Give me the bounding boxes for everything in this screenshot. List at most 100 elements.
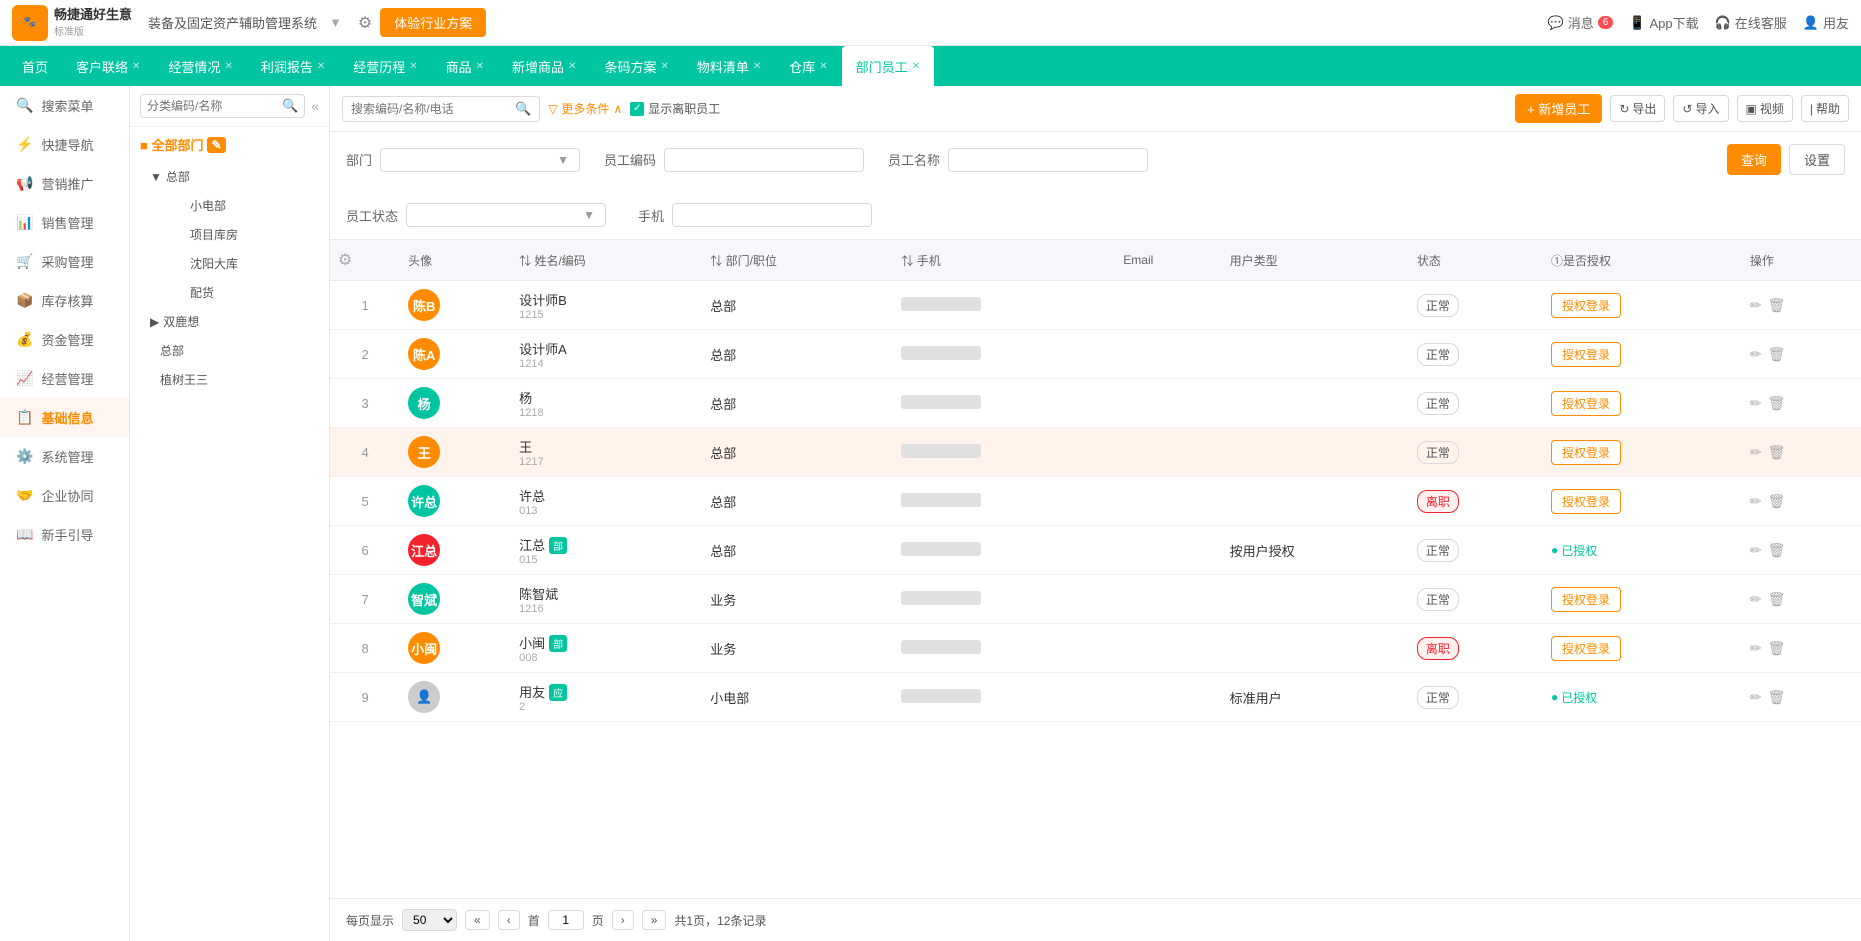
title-dropdown-icon[interactable]: ▼ (329, 15, 342, 30)
edit-button[interactable]: ✏ (1750, 689, 1762, 706)
dept-item-zongbu2[interactable]: 总部 (140, 336, 329, 365)
export-button[interactable]: ↻ 导出 (1610, 95, 1665, 122)
close-icon[interactable]: ✕ (568, 61, 576, 72)
search-input[interactable] (351, 102, 511, 116)
view-button[interactable]: ▣ 视频 (1737, 95, 1793, 122)
delete-button[interactable]: 🗑 (1768, 542, 1786, 559)
col-name[interactable]: ⇅ 姓名/编码 (511, 240, 702, 281)
first-page-button[interactable]: « (465, 910, 490, 930)
delete-button[interactable]: 🗑 (1768, 689, 1786, 706)
column-settings-icon[interactable]: ⚙ (338, 252, 352, 269)
dept-item-shuanglu[interactable]: ▶ 双鹿想 (140, 307, 329, 336)
close-icon[interactable]: ✕ (660, 61, 668, 72)
more-filter-button[interactable]: ▽ 更多条件 ∧ (548, 100, 622, 117)
edit-button[interactable]: ✏ (1750, 542, 1762, 559)
query-button[interactable]: 查询 (1727, 144, 1781, 175)
trial-button[interactable]: 体验行业方案 (380, 8, 486, 37)
col-settings[interactable]: ⚙ (330, 240, 400, 281)
sidebar-item-system[interactable]: ⚙️ 系统管理 (0, 437, 129, 476)
sidebar-item-collab[interactable]: 🤝 企业协同 (0, 476, 129, 515)
sidebar-item-business[interactable]: 📈 经营管理 (0, 359, 129, 398)
dept-search-input[interactable] (147, 99, 282, 113)
settings-icon[interactable]: ⚙ (358, 13, 372, 33)
dept-edit-icon[interactable]: ✎ (207, 137, 225, 153)
auth-login-button[interactable]: 授权登录 (1551, 293, 1621, 318)
next-page-button[interactable]: › (612, 910, 634, 930)
nav-tab-customer[interactable]: 客户联络✕ (62, 46, 154, 86)
delete-button[interactable]: 🗑 (1768, 395, 1786, 412)
user-item[interactable]: 👤 用友 (1803, 13, 1849, 32)
delete-button[interactable]: 🗑 (1768, 591, 1786, 608)
nav-tab-barcode[interactable]: 条码方案✕ (590, 46, 682, 86)
close-icon[interactable]: ✕ (132, 61, 140, 72)
col-phone[interactable]: ⇅ 手机 (893, 240, 1115, 281)
close-icon[interactable]: ✕ (224, 61, 232, 72)
col-dept[interactable]: ⇅ 部门/职位 (702, 240, 893, 281)
message-item[interactable]: 💬 消息 6 (1548, 13, 1614, 32)
filter-empcode-input[interactable] (664, 148, 864, 172)
sidebar-item-basic-info[interactable]: 📋 基础信息 (0, 398, 129, 437)
dept-item-zhishu[interactable]: 植树王三 (140, 365, 329, 394)
nav-tab-home[interactable]: 首页 (8, 46, 62, 86)
dept-item-xiangmuku[interactable]: 项目库房 (170, 220, 329, 249)
auth-login-button[interactable]: 授权登录 (1551, 587, 1621, 612)
help-button[interactable]: | 帮助 (1801, 95, 1849, 122)
delete-button[interactable]: 🗑 (1768, 444, 1786, 461)
prev-page-button[interactable]: ‹ (498, 910, 520, 930)
setting-button[interactable]: 设置 (1789, 144, 1845, 175)
sidebar-item-inventory[interactable]: 📦 库存核算 (0, 281, 129, 320)
delete-button[interactable]: 🗑 (1768, 640, 1786, 657)
close-icon[interactable]: ✕ (819, 61, 827, 72)
delete-button[interactable]: 🗑 (1768, 297, 1786, 314)
close-icon[interactable]: ✕ (409, 61, 417, 72)
sidebar-item-search[interactable]: 🔍 搜索菜单 (0, 86, 129, 125)
filter-status-select[interactable]: ▼ (406, 203, 606, 227)
dept-item-xiaodianbu[interactable]: 小电部 (170, 191, 329, 220)
edit-button[interactable]: ✏ (1750, 640, 1762, 657)
show-inactive-toggle[interactable]: ✓ 显示离职员工 (630, 100, 720, 117)
sidebar-item-finance[interactable]: 💰 资金管理 (0, 320, 129, 359)
nav-tab-bom[interactable]: 物料清单✕ (683, 46, 775, 86)
auth-login-button[interactable]: 授权登录 (1551, 489, 1621, 514)
edit-button[interactable]: ✏ (1750, 444, 1762, 461)
sidebar-item-purchase[interactable]: 🛒 采购管理 (0, 242, 129, 281)
delete-button[interactable]: 🗑 (1768, 493, 1786, 510)
close-icon[interactable]: ✕ (317, 61, 325, 72)
page-input[interactable] (548, 910, 584, 930)
search-icon[interactable]: 🔍 (515, 101, 531, 117)
edit-button[interactable]: ✏ (1750, 395, 1762, 412)
app-download-item[interactable]: 📱 App下载 (1629, 13, 1698, 32)
sidebar-item-guide[interactable]: 📖 新手引导 (0, 515, 129, 554)
dept-item-zongbu[interactable]: ▼ 总部 (140, 162, 329, 191)
dept-item-peihuo[interactable]: 配货 (170, 278, 329, 307)
nav-tab-goods[interactable]: 商品✕ (432, 46, 498, 86)
nav-tab-dept-employee[interactable]: 部门员工✕ (842, 46, 934, 86)
dept-item-shenyang[interactable]: 沈阳大库 (170, 249, 329, 278)
close-icon[interactable]: ✕ (912, 61, 920, 72)
sidebar-item-sales[interactable]: 📊 销售管理 (0, 203, 129, 242)
last-page-button[interactable]: » (642, 910, 667, 930)
all-dept-label[interactable]: ■ 全部部门 ✎ (130, 127, 329, 162)
nav-tab-operation[interactable]: 经营情况✕ (154, 46, 246, 86)
close-icon[interactable]: ✕ (476, 61, 484, 72)
filter-empname-input[interactable] (948, 148, 1148, 172)
edit-button[interactable]: ✏ (1750, 297, 1762, 314)
nav-tab-warehouse[interactable]: 仓库✕ (775, 46, 841, 86)
edit-button[interactable]: ✏ (1750, 346, 1762, 363)
filter-phone-input[interactable] (672, 203, 872, 227)
auth-login-button[interactable]: 授权登录 (1551, 391, 1621, 416)
nav-tab-new-goods[interactable]: 新增商品✕ (498, 46, 590, 86)
online-service-item[interactable]: 🎧 在线客服 (1715, 13, 1787, 32)
auth-login-button[interactable]: 授权登录 (1551, 440, 1621, 465)
edit-button[interactable]: ✏ (1750, 493, 1762, 510)
page-size-select[interactable]: 50 20 100 (402, 909, 457, 931)
auth-login-button[interactable]: 授权登录 (1551, 636, 1621, 661)
filter-dept-select[interactable]: ▼ (380, 148, 580, 172)
collapse-icon[interactable]: « (311, 98, 319, 114)
nav-tab-history[interactable]: 经营历程✕ (339, 46, 431, 86)
delete-button[interactable]: 🗑 (1768, 346, 1786, 363)
nav-tab-profit[interactable]: 利润报告✕ (247, 46, 339, 86)
auth-login-button[interactable]: 授权登录 (1551, 342, 1621, 367)
sidebar-item-marketing[interactable]: 📢 营销推广 (0, 164, 129, 203)
import-button[interactable]: ↺ 导入 (1673, 95, 1728, 122)
